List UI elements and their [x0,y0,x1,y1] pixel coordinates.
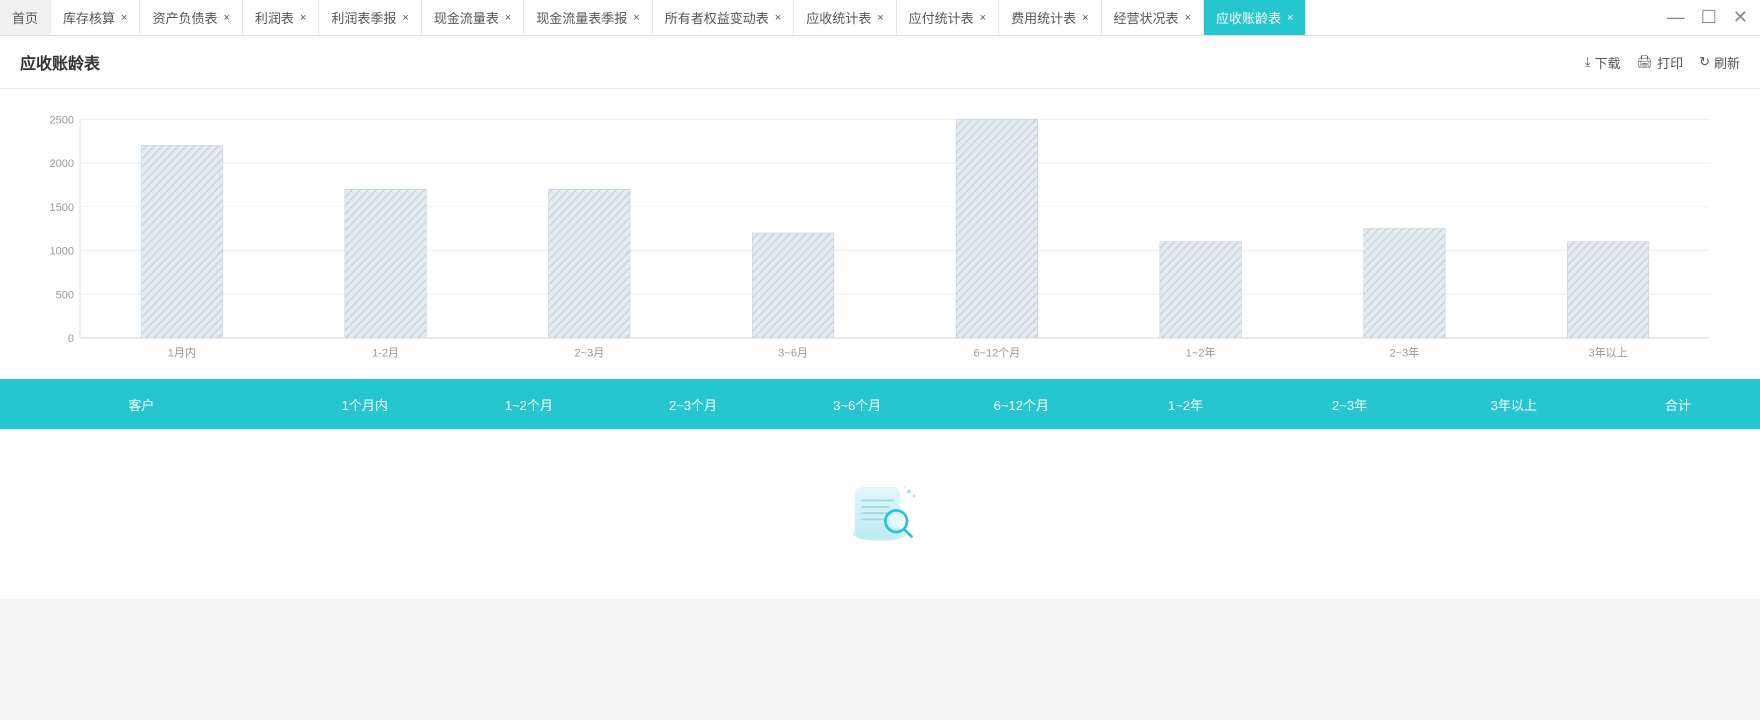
tab-cashflow-quarter[interactable]: 现金流量表季报× [524,0,652,35]
tab-bar: 首页库存核算×资产负债表×利润表×利润表季报×现金流量表×现金流量表季报×所有者… [0,0,1760,36]
header-actions: ⤓ 下载 🖨 打印 ↻ 刷新 [1585,53,1740,72]
svg-text:1~2年: 1~2年 [1186,345,1216,359]
svg-text:2000: 2000 [50,158,74,170]
table-header-7: 2~3年 [1268,395,1432,414]
tab-ar-aging[interactable]: 应收账龄表× [1204,0,1306,35]
empty-state [815,449,945,579]
close-button[interactable]: ✕ [1729,3,1752,32]
svg-text:1000: 1000 [50,245,74,257]
table-body [0,429,1760,599]
table-header-9: 合计 [1596,395,1760,414]
svg-text:2500: 2500 [50,114,74,126]
svg-text:1月内: 1月内 [168,345,196,359]
tab-close-cashflow-quarter[interactable]: × [633,12,639,24]
tab-close-profit[interactable]: × [300,12,306,24]
tab-profit-quarter[interactable]: 利润表季报× [319,0,421,35]
tab-close-cashflow[interactable]: × [505,12,511,24]
tab-close-expense-stat[interactable]: × [1082,12,1088,24]
tab-home[interactable]: 首页 [0,0,51,35]
table-header-6: 1~2年 [1103,395,1267,414]
table-header-4: 3~6个月 [775,395,939,414]
empty-illustration [835,469,925,559]
tab-ar-stat[interactable]: 应收统计表× [794,0,896,35]
minimize-button[interactable]: — [1663,3,1689,32]
tab-close-ap-stat[interactable]: × [980,12,986,24]
tab-close-equity[interactable]: × [775,12,781,24]
tab-expense-stat[interactable]: 费用统计表× [999,0,1101,35]
svg-text:1500: 1500 [50,202,74,214]
svg-text:1-2月: 1-2月 [372,347,399,359]
tab-close-ar-stat[interactable]: × [877,12,883,24]
print-icon: 🖨 [1637,54,1654,70]
chart-container: 2500 2000 1500 1000 500 0 1月内 1-2月 2~3月 3~6月 6~12个… [30,109,1730,369]
table-header-1: 1个月内 [283,395,447,414]
print-button[interactable]: 🖨 打印 [1637,53,1684,72]
download-label: 下载 [1595,53,1621,72]
svg-text:0: 0 [68,333,74,345]
tab-close-ar-aging[interactable]: × [1287,12,1293,24]
table-header-0: 客户 [0,395,283,414]
tab-inventory[interactable]: 库存核算× [51,0,140,35]
tab-balance[interactable]: 资产负债表× [140,0,242,35]
table-header-8: 3年以上 [1432,395,1596,414]
tab-close-balance[interactable]: × [223,12,229,24]
table-header-2: 1~2个月 [447,395,611,414]
tab-profit[interactable]: 利润表× [243,0,319,35]
svg-text:500: 500 [56,289,74,301]
refresh-icon: ↻ [1699,54,1710,70]
tab-cashflow[interactable]: 现金流量表× [422,0,524,35]
svg-text:6~12个月: 6~12个月 [973,346,1020,359]
refresh-label: 刷新 [1714,53,1740,72]
bar-chart: 2500 2000 1500 1000 500 0 1月内 1-2月 2~3月 3~6月 6~12个… [30,109,1730,369]
download-icon: ⤓ [1585,54,1591,70]
table-header-3: 2~3个月 [611,395,775,414]
main-content: 2500 2000 1500 1000 500 0 1月内 1-2月 2~3月 3~6月 6~12个… [0,89,1760,599]
page-header: 应收账龄表 ⤓ 下载 🖨 打印 ↻ 刷新 [0,36,1760,89]
tab-close-profit-quarter[interactable]: × [402,12,408,24]
tab-close-ops[interactable]: × [1185,12,1191,24]
tab-equity[interactable]: 所有者权益变动表× [653,0,794,35]
maximize-button[interactable]: ☐ [1697,3,1721,32]
svg-text:3~6月: 3~6月 [778,347,808,359]
tab-ops[interactable]: 经营状况表× [1102,0,1204,35]
tab-bar-actions: — ☐ ✕ [1663,3,1760,32]
refresh-button[interactable]: ↻ 刷新 [1699,53,1740,72]
svg-text:2~3年: 2~3年 [1390,345,1420,359]
svg-text:3年以上: 3年以上 [1589,345,1628,359]
page-title: 应收账龄表 [20,50,100,74]
tab-ap-stat[interactable]: 应付统计表× [897,0,999,35]
table-header: 客户1个月内1~2个月2~3个月3~6个月6~12个月1~2年2~3年3年以上合… [0,379,1760,429]
tab-close-inventory[interactable]: × [121,12,127,24]
print-label: 打印 [1657,53,1683,72]
download-button[interactable]: ⤓ 下载 [1585,53,1621,72]
chart-area: 2500 2000 1500 1000 500 0 1月内 1-2月 2~3月 3~6月 6~12个… [0,89,1760,379]
svg-text:2~3月: 2~3月 [575,347,605,359]
table-header-5: 6~12个月 [939,395,1103,414]
